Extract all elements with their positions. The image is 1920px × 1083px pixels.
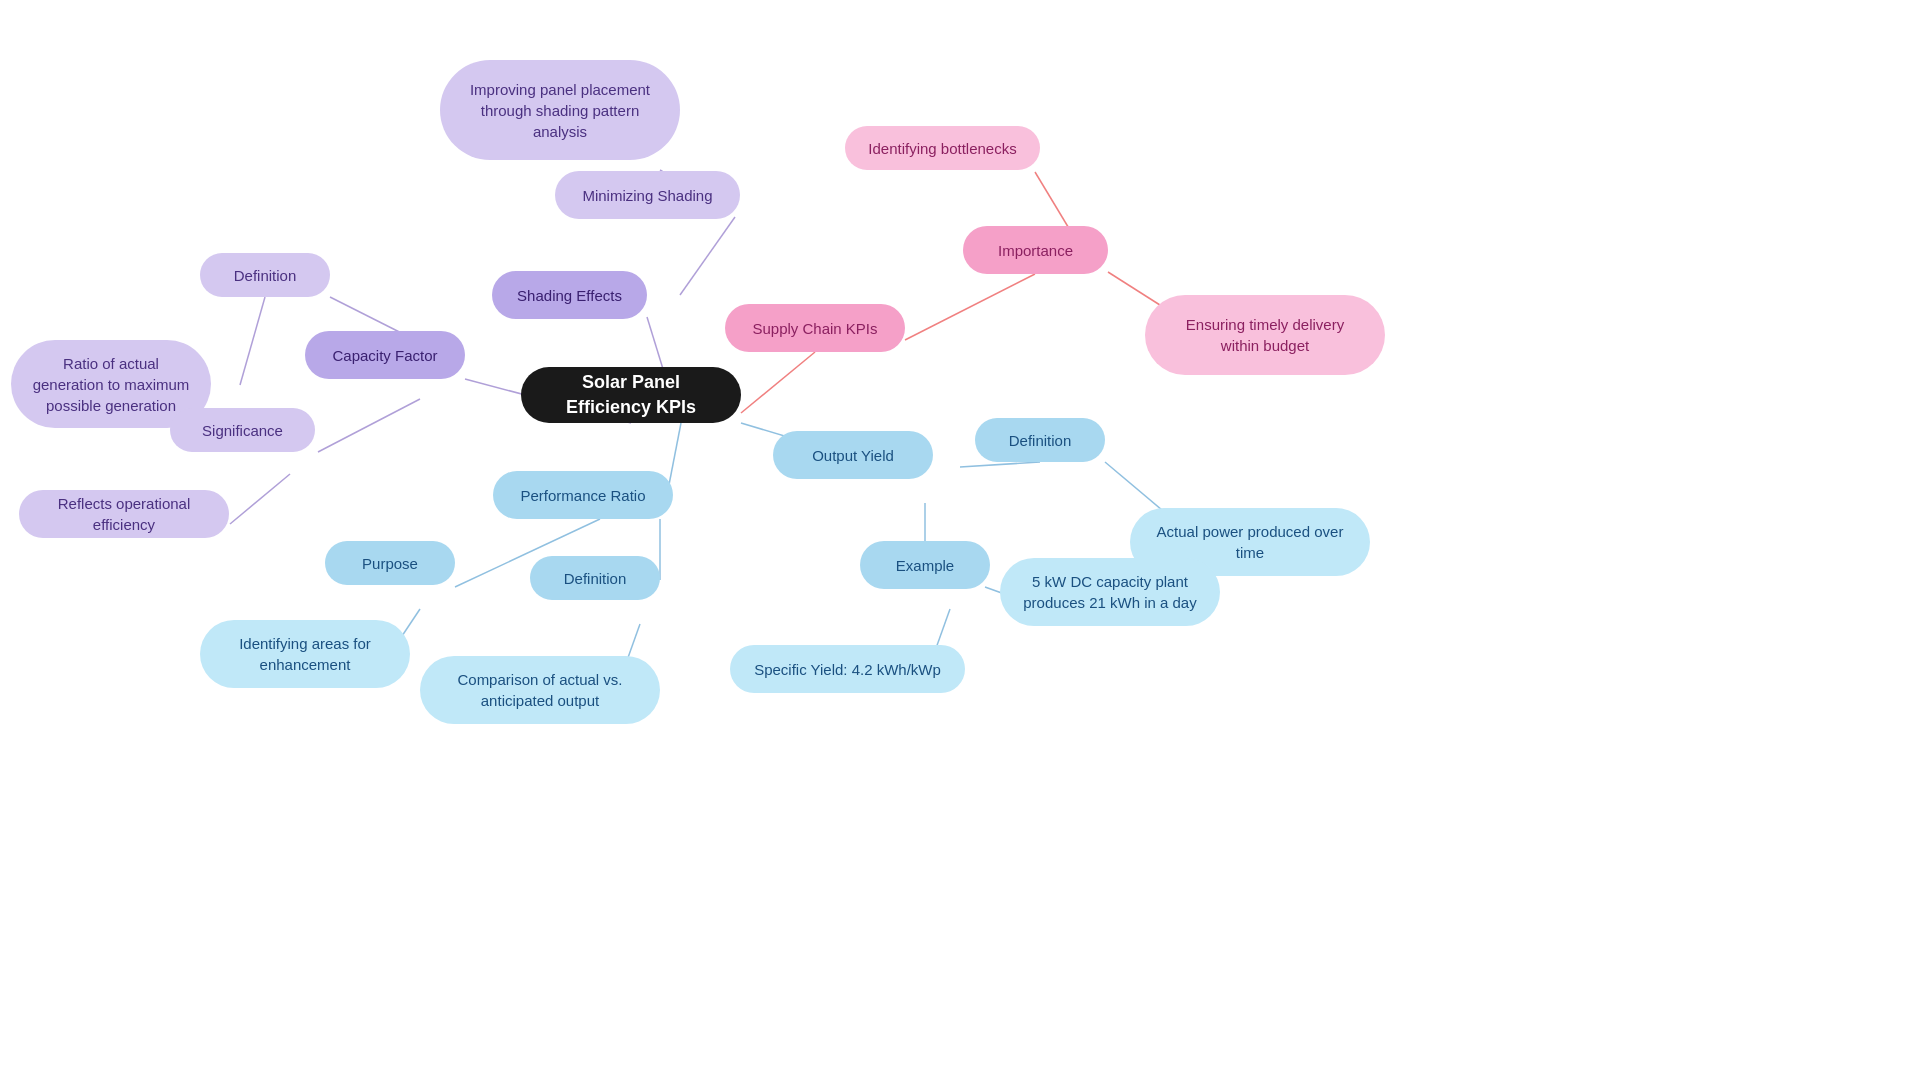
minimizing-shading-node: Minimizing Shading bbox=[555, 171, 740, 219]
center-node: Solar Panel Efficiency KPIs bbox=[521, 367, 741, 423]
pr-purpose-text-node: Identifying areas for enhancement bbox=[200, 620, 410, 688]
supply-chain-node: Supply Chain KPIs bbox=[725, 304, 905, 352]
shading-effects-node: Shading Effects bbox=[492, 271, 647, 319]
svg-line-9 bbox=[905, 274, 1035, 340]
sc-bottlenecks-node: Identifying bottlenecks bbox=[845, 126, 1040, 170]
oy-example-text-node: 5 kW DC capacity plant produces 21 kWh i… bbox=[1000, 558, 1220, 626]
oy-specific-yield-node: Specific Yield: 4.2 kWh/kWp bbox=[730, 645, 965, 693]
cf-significance-text-node: Reflects operational efficiency bbox=[19, 490, 229, 538]
svg-line-6 bbox=[680, 217, 735, 295]
svg-line-18 bbox=[960, 462, 1040, 467]
pr-definition-text-node: Comparison of actual vs. anticipated out… bbox=[420, 656, 660, 724]
svg-line-2 bbox=[240, 297, 265, 385]
svg-line-4 bbox=[230, 474, 290, 524]
sc-delivery-node: Ensuring timely delivery within budget bbox=[1145, 295, 1385, 375]
output-yield-node: Output Yield bbox=[773, 431, 933, 479]
capacity-factor-node: Capacity Factor bbox=[305, 331, 465, 379]
pr-definition-node: Definition bbox=[530, 556, 660, 600]
oy-example-node: Example bbox=[860, 541, 990, 589]
cf-significance-node: Significance bbox=[170, 408, 315, 452]
mindmap-container: Solar Panel Efficiency KPIs Capacity Fac… bbox=[0, 0, 1920, 1083]
svg-line-3 bbox=[318, 399, 420, 452]
performance-ratio-node: Performance Ratio bbox=[493, 471, 673, 519]
improving-panel-node: Improving panel placement through shadin… bbox=[440, 60, 680, 160]
cf-definition-node: Definition bbox=[200, 253, 330, 297]
svg-line-8 bbox=[741, 352, 815, 413]
pr-purpose-node: Purpose bbox=[325, 541, 455, 585]
oy-definition-node: Definition bbox=[975, 418, 1105, 462]
sc-importance-node: Importance bbox=[963, 226, 1108, 274]
